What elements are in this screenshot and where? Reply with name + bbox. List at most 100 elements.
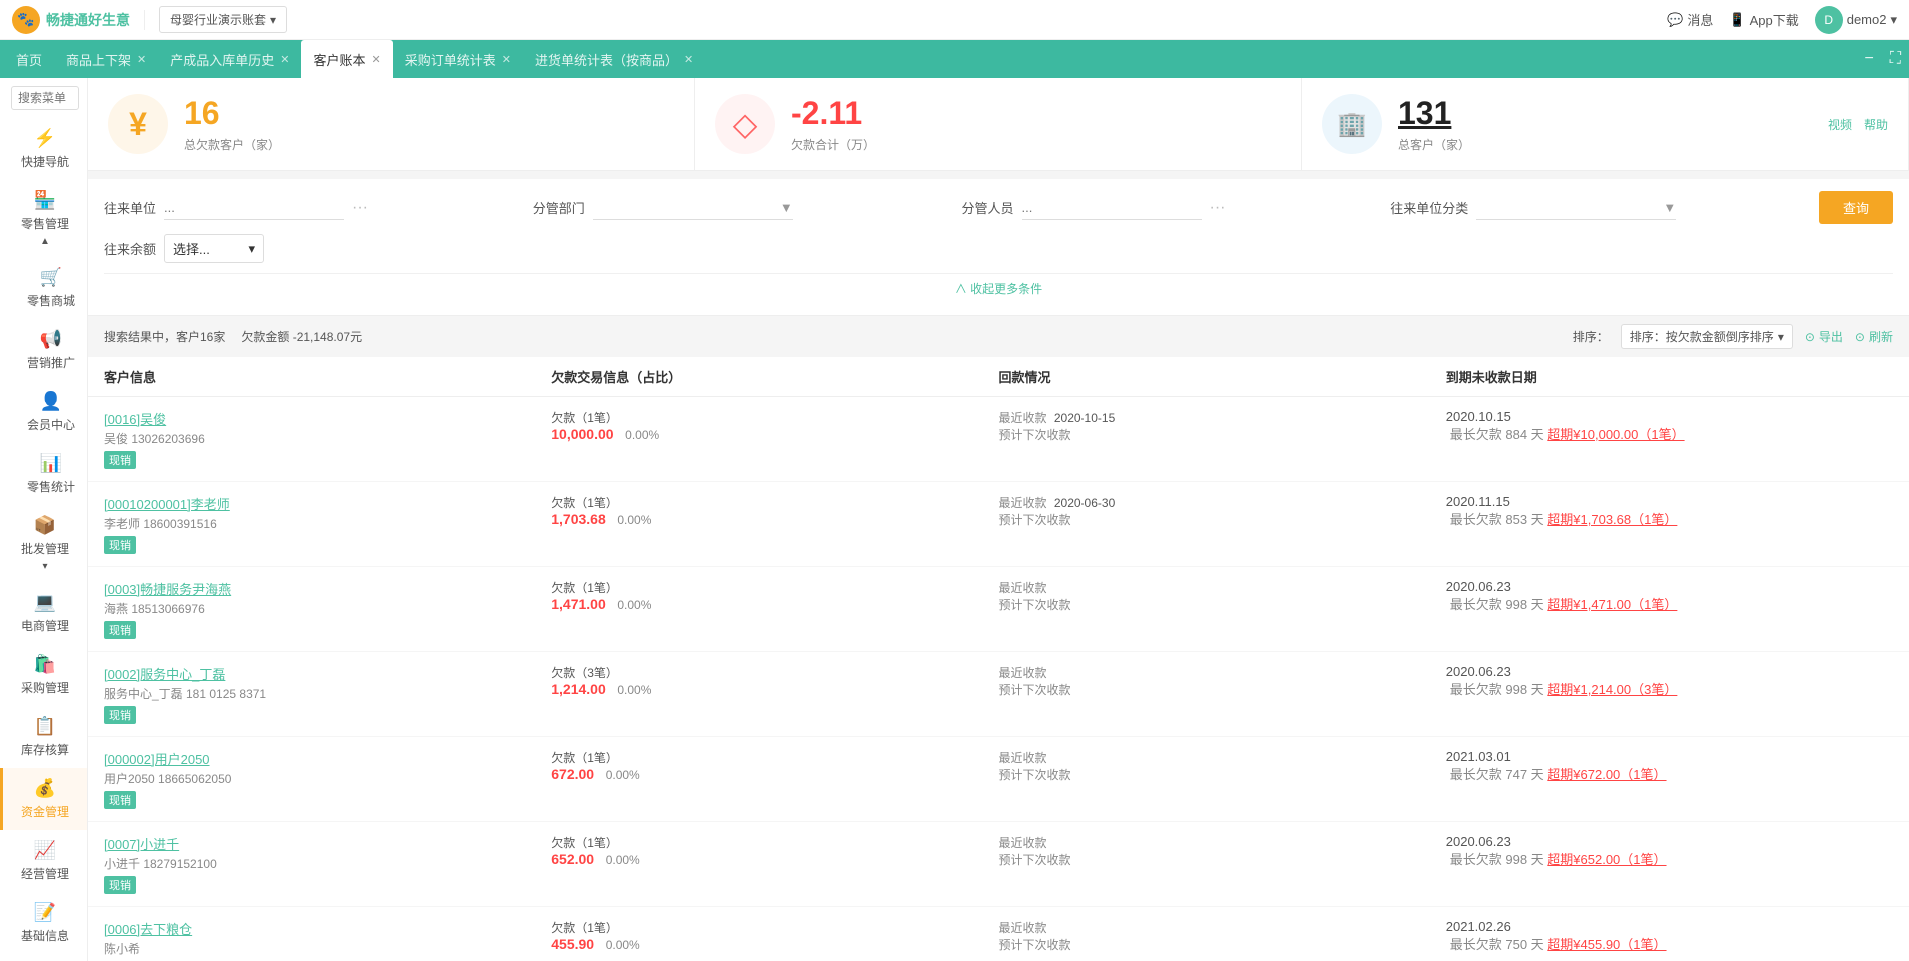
avatar: D — [1815, 6, 1843, 34]
sidebar-item-retail-stats[interactable]: 📊 零售统计 — [0, 443, 87, 505]
results-bar: 搜索结果中，客户16家 欠款金额 -21,148.07元 排序： 排序：按欠款金… — [88, 316, 1909, 357]
from-unit-input[interactable] — [164, 196, 344, 220]
search-button[interactable]: 查询 — [1819, 191, 1893, 224]
sidebar-item-inventory[interactable]: 📋 库存核算 — [0, 706, 87, 768]
purchase-icon: 🛍️ — [34, 654, 56, 675]
due-date-cell: 2020.06.23 最长欠款 998 天 超期¥1,471.00（1笔） — [1446, 579, 1893, 639]
tab-customer-account[interactable]: 客户账本 ✕ — [301, 40, 392, 78]
tab-stock-stats-label: 进货单统计表（按商品） — [535, 50, 678, 69]
customer-name[interactable]: [0007]小进千 — [104, 834, 551, 853]
from-unit-dots[interactable]: ··· — [352, 199, 368, 217]
help-link[interactable]: 帮助 — [1864, 116, 1888, 133]
sidebar-item-marketing[interactable]: 📢 营销推广 — [0, 319, 87, 381]
tab-maximize-btn[interactable]: ⛶ — [1886, 46, 1905, 72]
stat-icon-total: 🏢 — [1322, 94, 1382, 154]
sidebar-search-area — [0, 78, 87, 118]
recovery-cell: 最近收款 2020-10-15 预计下次收款 — [999, 409, 1446, 469]
overdue-link[interactable]: 超期¥1,703.68（1笔） — [1547, 512, 1677, 527]
collapse-icon: ∧ — [955, 282, 967, 296]
overdue-link[interactable]: 超期¥672.00（1笔） — [1547, 767, 1666, 782]
overdue-link[interactable]: 超期¥1,471.00（1笔） — [1547, 597, 1677, 612]
debt-info-cell: 欠款（1笔） 1,703.68 0.00% — [551, 494, 998, 554]
table-row: [0016]吴俊 吴俊 13026203696 现销 欠款（1笔） 10,000… — [88, 397, 1909, 482]
sidebar-item-ecommerce[interactable]: 💻 电商管理 — [0, 582, 87, 644]
unit-category-select[interactable]: ▼ — [1476, 196, 1676, 220]
search-input[interactable] — [11, 86, 79, 110]
recover-label: 最近收款 — [999, 496, 1047, 510]
sidebar-item-basic-info[interactable]: 📝 基础信息 — [0, 892, 87, 954]
user-menu[interactable]: D demo2 ▾ — [1815, 6, 1897, 34]
filter-unit-category-label: 往来单位分类 — [1390, 198, 1468, 217]
home-tab-label: 首页 — [16, 50, 42, 69]
remaining-balance-dropdown[interactable]: 选择... ▾ — [164, 234, 264, 263]
sidebar-item-system[interactable]: ⚙️ 系统管理 — [0, 954, 87, 961]
tab-customer-account-close[interactable]: ✕ — [372, 53, 381, 66]
video-link[interactable]: 视频 — [1828, 116, 1852, 133]
sort-select[interactable]: 排序：按欠款金额倒序排序 ▾ — [1621, 324, 1793, 349]
col-header-debt: 欠款交易信息（占比） — [551, 367, 998, 386]
customer-name[interactable]: [0002]服务中心_丁磊 — [104, 664, 551, 683]
sidebar-item-quick-nav[interactable]: ⚡ 快捷导航 — [0, 118, 87, 180]
tab-product-history[interactable]: 产成品入库单历史 ✕ — [158, 40, 301, 78]
tab-purchase-order-close[interactable]: ✕ — [502, 53, 511, 66]
overdue-link[interactable]: 超期¥10,000.00（1笔） — [1547, 427, 1684, 442]
branch-person-input[interactable] — [1022, 196, 1202, 220]
sort-dropdown-icon: ▾ — [1778, 330, 1784, 344]
sidebar-item-finance[interactable]: 💰 资金管理 — [0, 768, 87, 830]
sidebar-item-retail-mgmt[interactable]: 🏪 零售管理 ▲ — [0, 180, 87, 257]
tab-products-offline-close[interactable]: ✕ — [137, 53, 146, 66]
app-download-btn[interactable]: 📱 App下载 — [1729, 10, 1798, 29]
due-date: 2020.06.23 — [1446, 664, 1893, 679]
tab-products-offline[interactable]: 商品上下架 ✕ — [54, 40, 158, 78]
data-table: 客户信息 欠款交易信息（占比） 回款情况 到期未收款日期 [0016]吴俊 吴俊… — [88, 357, 1909, 961]
refresh-button[interactable]: ⊙ 刷新 — [1855, 328, 1893, 345]
customer-sub: 陈小希 — [104, 940, 551, 957]
inventory-icon: 📋 — [34, 716, 56, 737]
tab-purchase-order[interactable]: 采购订单统计表 ✕ — [393, 40, 523, 78]
next-recover-label: 预计下次收款 — [999, 768, 1071, 782]
company-selector[interactable]: 母婴行业演示账套 ▾ — [159, 6, 287, 33]
tab-stock-stats-close[interactable]: ✕ — [684, 53, 693, 66]
sidebar-item-purchase[interactable]: 🛍️ 采购管理 — [0, 644, 87, 706]
customer-tag: 现销 — [104, 451, 136, 469]
sidebar-item-batch-mgmt[interactable]: 📦 批发管理 ▾ — [0, 505, 87, 582]
customer-name[interactable]: [0006]去下粮仓 — [104, 919, 551, 938]
stat-icon-amount: ◇ — [715, 94, 775, 154]
export-icon: ⊙ — [1805, 330, 1815, 344]
ecommerce-icon: 💻 — [34, 592, 56, 613]
sidebar-item-operations[interactable]: 📈 经营管理 — [0, 830, 87, 892]
sidebar-item-label: 基础信息 — [21, 927, 69, 944]
overdue-link[interactable]: 超期¥652.00（1笔） — [1547, 852, 1666, 867]
customer-name[interactable]: [00010200001]李老师 — [104, 494, 551, 513]
due-date: 2020.11.15 — [1446, 494, 1893, 509]
export-button[interactable]: ⊙ 导出 — [1805, 328, 1843, 345]
sidebar-item-label: 电商管理 — [21, 617, 69, 634]
stat-card-links: 视频 帮助 — [1828, 116, 1888, 133]
header-right: 💬 消息 📱 App下载 D demo2 ▾ — [1667, 6, 1897, 34]
branch-dept-select[interactable]: ▼ — [593, 196, 793, 220]
tab-home[interactable]: 首页 — [4, 40, 54, 78]
overdue-link[interactable]: 超期¥455.90（1笔） — [1547, 937, 1666, 952]
stat-card-total-customers: 🏢 131 总客户（家） 视频 帮助 — [1302, 78, 1909, 170]
stat-label-amount: 欠款合计（万） — [791, 136, 875, 153]
main-layout: ⚡ 快捷导航 🏪 零售管理 ▲ 🛒 零售商城 📢 营销推广 👤 会员中心 📊 零… — [0, 78, 1909, 961]
customer-name[interactable]: [0016]吴俊 — [104, 409, 551, 428]
sidebar-item-label: 批发管理 — [21, 540, 69, 557]
tab-product-history-close[interactable]: ✕ — [280, 53, 289, 66]
tab-minimize-btn[interactable]: − — [1860, 46, 1877, 72]
customer-name[interactable]: [000002]用户2050 — [104, 749, 551, 768]
next-recover-label: 预计下次收款 — [999, 428, 1071, 442]
overdue-link[interactable]: 超期¥1,214.00（3笔） — [1547, 682, 1677, 697]
main-content: ¥ 16 总欠款客户（家） ◇ -2.11 欠款合计（万） 🏢 131 总客户（… — [88, 78, 1909, 961]
branch-person-dots[interactable]: ··· — [1210, 199, 1226, 217]
message-btn[interactable]: 💬 消息 — [1667, 10, 1713, 29]
customer-name[interactable]: [0003]畅捷服务尹海燕 — [104, 579, 551, 598]
overdue-days: 最长欠款 998 天 — [1450, 852, 1544, 867]
next-recover-label: 预计下次收款 — [999, 853, 1071, 867]
tab-stock-stats[interactable]: 进货单统计表（按商品） ✕ — [523, 40, 705, 78]
collapse-filter-bar[interactable]: ∧ 收起更多条件 — [104, 273, 1893, 303]
debt-count: 欠款（1笔） — [551, 409, 998, 426]
sidebar-item-retail-mall[interactable]: 🛒 零售商城 — [0, 257, 87, 319]
sidebar-item-member[interactable]: 👤 会员中心 — [0, 381, 87, 443]
debt-info-cell: 欠款（1笔） 672.00 0.00% — [551, 749, 998, 809]
